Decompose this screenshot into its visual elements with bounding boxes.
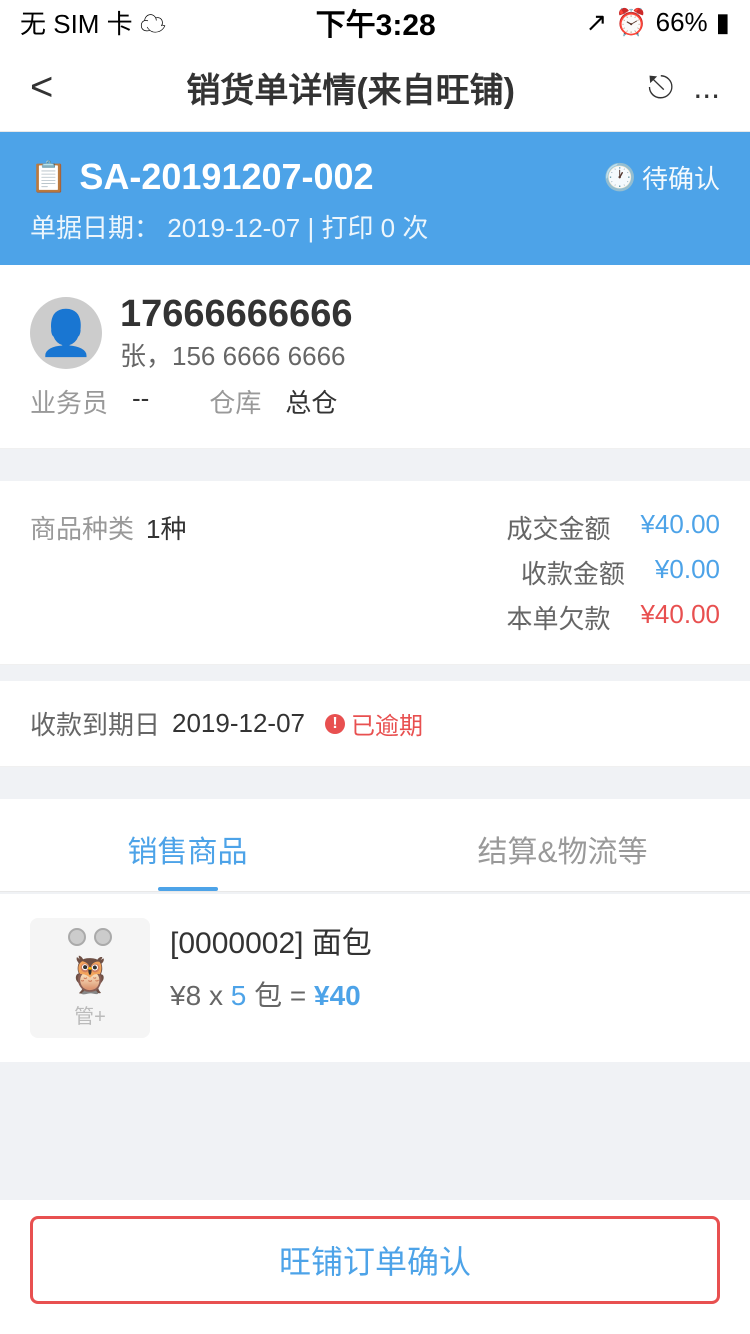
owe-row: 本单欠款 ¥40.00 [506, 599, 720, 636]
product-name: [0000002] 面包 [170, 918, 372, 962]
product-item: 🦉 管+ [0000002] 面包 ¥8 x 5 包 = ¥40 [30, 918, 720, 1038]
multiply-sign: x [209, 980, 231, 1011]
received-value: ¥0.00 [655, 554, 720, 591]
unit-value: 包 [254, 980, 282, 1011]
product-name-text: 面包 [312, 927, 372, 960]
product-code: [0000002] [170, 927, 303, 960]
order-header: 📋 SA-20191207-002 🕐 待确认 单据日期： 2019-12-07… [0, 132, 750, 265]
alarm-icon: ⏰ [615, 7, 647, 38]
no-sim-text: 无 SIM 卡 ☁ [20, 4, 166, 41]
amount-row: 成交金额 ¥40.00 [506, 509, 720, 546]
received-row: 收款金额 ¥0.00 [521, 554, 720, 591]
product-price: ¥8 x 5 包 = ¥40 [170, 974, 372, 1014]
date-label: 单据日期： [30, 213, 160, 243]
order-date: 单据日期： 2019-12-07 | 打印 0 次 [30, 208, 720, 245]
tab-products[interactable]: 销售商品 [0, 799, 375, 891]
summary-right: 成交金额 ¥40.00 收款金额 ¥0.00 本单欠款 ¥40.00 [506, 509, 720, 636]
amount-value: ¥40.00 [640, 509, 720, 546]
owe-value: ¥40.00 [640, 599, 720, 636]
customer-card: 👤 17666666666 张，156 6666 6666 业务员 -- 仓库 … [0, 265, 750, 449]
status-right: ↗ ⏰ 66% ▮ [585, 7, 730, 38]
battery-icon: ▮ [716, 7, 730, 38]
warehouse-meta: 仓库 总仓 [209, 383, 337, 420]
separator-1 [0, 449, 750, 465]
clock-icon: 🕐 [604, 162, 636, 193]
nav-bar: < 销货单详情(来自旺铺) ⎋ ... [0, 44, 750, 132]
nav-icons: ⎋ ... [648, 69, 720, 107]
price-value: ¥8 [170, 980, 201, 1011]
type-label: 商品种类 [30, 509, 134, 546]
due-date-label: 收款到期日 [30, 705, 160, 742]
amount-label: 成交金额 [506, 509, 610, 546]
status-bar: 无 SIM 卡 ☁ 下午3:28 ↗ ⏰ 66% ▮ [0, 0, 750, 44]
bottom-spacer [0, 1062, 750, 1222]
total-value: ¥40 [314, 980, 361, 1011]
plus-text: 管+ [74, 1000, 106, 1029]
order-status-text: 待确认 [642, 159, 720, 196]
location-icon: ↗ [585, 7, 607, 38]
bottom-bar: 旺铺订单确认 [0, 1200, 750, 1334]
order-id: 📋 SA-20191207-002 [30, 156, 374, 198]
warehouse-value: 总仓 [285, 383, 337, 420]
customer-meta: 业务员 -- 仓库 总仓 [30, 383, 720, 420]
confirm-button[interactable]: 旺铺订单确认 [30, 1216, 720, 1304]
received-label: 收款金额 [521, 554, 625, 591]
status-left: 无 SIM 卡 ☁ [20, 4, 166, 41]
tabs-container: 销售商品 结算&物流等 [0, 799, 750, 892]
tab-products-label: 销售商品 [128, 836, 248, 869]
order-date-value: 2019-12-07 [167, 213, 300, 243]
product-list: 🦉 管+ [0000002] 面包 ¥8 x 5 包 = ¥40 [0, 894, 750, 1062]
type-value: 1种 [146, 509, 186, 546]
share-icon[interactable]: ⎋ [648, 69, 673, 107]
more-icon[interactable]: ... [693, 69, 720, 106]
owe-label: 本单欠款 [506, 599, 610, 636]
qty-value: 5 [231, 980, 247, 1011]
sales-label: 业务员 [30, 383, 108, 420]
equal-sign: = [290, 980, 314, 1011]
owl-eye-right [94, 928, 112, 946]
order-icon: 📋 [30, 160, 67, 195]
product-thumbnail: 🦉 管+ [30, 918, 150, 1038]
avatar-icon: 👤 [39, 307, 94, 359]
customer-name: 17666666666 张，156 6666 6666 [120, 293, 352, 373]
order-id-text: SA-20191207-002 [79, 156, 373, 198]
tab-settlement-label: 结算&物流等 [477, 836, 647, 869]
owl-body-icon: 🦉 [68, 954, 113, 996]
tab-settlement[interactable]: 结算&物流等 [375, 799, 750, 891]
customer-top: 👤 17666666666 张，156 6666 6666 [30, 293, 720, 373]
owl-eyes [68, 928, 112, 946]
page-title: 销货单详情(来自旺铺) [186, 63, 515, 112]
owl-eye-left [68, 928, 86, 946]
customer-phone: 17666666666 [120, 293, 352, 336]
back-button[interactable]: < [30, 65, 53, 110]
summary-section: 商品种类 1种 成交金额 ¥40.00 收款金额 ¥0.00 本单欠款 ¥40.… [0, 481, 750, 665]
due-date-value: 2019-12-07 [172, 708, 305, 739]
sales-meta: 业务员 -- [30, 383, 149, 420]
sales-value: -- [132, 383, 149, 420]
separator-2 [0, 767, 750, 783]
product-info: [0000002] 面包 ¥8 x 5 包 = ¥40 [170, 918, 372, 1014]
overdue-dot-icon: ! [325, 714, 345, 734]
order-id-row: 📋 SA-20191207-002 🕐 待确认 [30, 156, 720, 198]
battery-text: 66% [656, 7, 708, 38]
warehouse-label: 仓库 [209, 383, 261, 420]
owl-icon: 🦉 管+ [68, 928, 113, 1029]
avatar: 👤 [30, 297, 102, 369]
order-status: 🕐 待确认 [604, 159, 720, 196]
status-time: 下午3:28 [316, 0, 436, 44]
due-date-section: 收款到期日 2019-12-07 ! 已逾期 [0, 681, 750, 767]
overdue-badge: ! 已逾期 [325, 706, 423, 741]
summary-left: 商品种类 1种 [30, 509, 186, 546]
overdue-text: 已逾期 [351, 706, 423, 741]
print-info: | 打印 0 次 [307, 213, 428, 243]
customer-sub: 张，156 6666 6666 [120, 336, 352, 373]
